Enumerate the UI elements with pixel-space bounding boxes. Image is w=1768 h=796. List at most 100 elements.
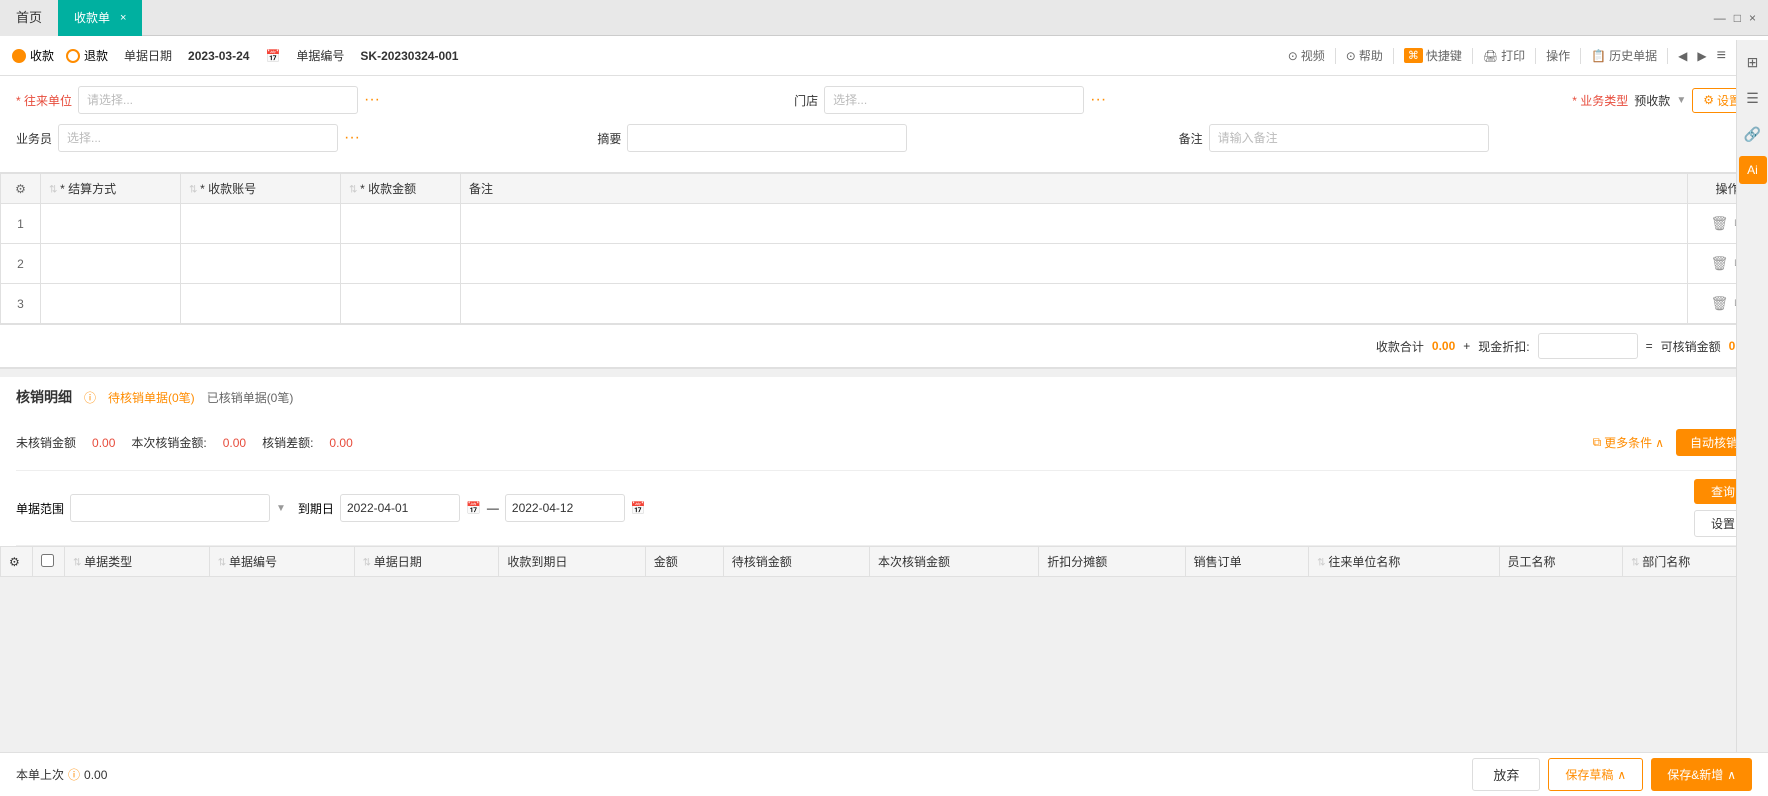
tab-current[interactable]: 收款单 ×	[58, 0, 142, 36]
operation-btn[interactable]: 操作	[1546, 47, 1570, 64]
row-account-2[interactable]	[181, 244, 341, 284]
sidebar-list-icon[interactable]: ☰	[1739, 84, 1767, 112]
tab-current-label: 收款单	[74, 0, 110, 36]
radio-refund[interactable]: 退款	[66, 47, 108, 64]
radio-income-dot	[12, 49, 26, 63]
col-settle-header: ⇅ * 结算方式	[41, 174, 181, 204]
store-input[interactable]	[824, 86, 1084, 114]
remark-input[interactable]	[1209, 124, 1489, 152]
shortcut-icon: ⌘	[1404, 48, 1423, 63]
row-settle-2[interactable]	[41, 244, 181, 284]
print-btn[interactable]: 🖨 打印	[1483, 47, 1525, 64]
pending-tab[interactable]: 待核销单据(0笔)	[108, 389, 195, 406]
party-field: * 往来单位 ···	[16, 86, 786, 114]
table-row: 3 🗑 ⧉	[1, 284, 1768, 324]
done-tab[interactable]: 已核销单据(0笔)	[207, 389, 294, 406]
radio-refund-dot	[66, 49, 80, 63]
row-remark-3[interactable]	[461, 284, 1688, 324]
date-range-field: 到期日 📅 — 📅	[298, 494, 646, 522]
remark-field: 备注	[1179, 124, 1752, 152]
calendar-to-icon[interactable]: 📅	[631, 501, 646, 515]
col-checkbox[interactable]	[33, 547, 65, 577]
party-dots-btn[interactable]: ···	[364, 91, 380, 109]
operation-label: 操作	[1546, 47, 1570, 64]
row-amount-2[interactable]	[341, 244, 461, 284]
uncancelled-label: 未核销金额	[16, 434, 76, 451]
salesman-dots-btn[interactable]: ···	[344, 129, 360, 147]
table-header-row: ⚙ ⇅ * 结算方式 ⇅ * 收款账号 ⇅ * 收款金额 备注 操作	[1, 174, 1768, 204]
row-settle-1[interactable]	[41, 204, 181, 244]
store-dots-btn[interactable]: ···	[1090, 91, 1106, 109]
sort-account[interactable]: ⇅	[189, 184, 200, 195]
row-account-1[interactable]	[181, 204, 341, 244]
shortcut-btn[interactable]: ⌘ 快捷键	[1404, 47, 1462, 64]
biz-type-label: * 业务类型	[1572, 92, 1628, 109]
sidebar-ai-icon[interactable]: Ai	[1739, 156, 1767, 184]
discount-label: 现金折扣:	[1478, 338, 1529, 355]
view-list-icon[interactable]: ≡	[1717, 47, 1726, 65]
tab-bar: 首页 收款单 × — □ ×	[0, 0, 1768, 36]
tab-home[interactable]: 首页	[0, 0, 58, 36]
footer-right: 放弃 保存草稿 ∧ 保存&新增 ∧	[1472, 758, 1752, 791]
discount-input[interactable]	[1538, 333, 1638, 359]
row-amount-3[interactable]	[341, 284, 461, 324]
row-remark-1[interactable]	[461, 204, 1688, 244]
row-remark-2[interactable]	[461, 244, 1688, 284]
history-label: 历史单据	[1609, 47, 1657, 64]
save-draft-chevron: ∧	[1617, 768, 1626, 782]
history-btn[interactable]: 📋 历史单据	[1591, 47, 1657, 64]
sidebar-link-icon[interactable]: 🔗	[1739, 120, 1767, 148]
biz-type-field: * 业务类型 预收款 ▼ ⚙ 设置	[1572, 88, 1752, 113]
row-account-3[interactable]	[181, 284, 341, 324]
bill-range-select[interactable]	[70, 494, 270, 522]
help-btn[interactable]: ⊙ 帮助	[1346, 47, 1383, 64]
date-to-input[interactable]	[505, 494, 625, 522]
row-amount-1[interactable]	[341, 204, 461, 244]
col-gear[interactable]: ⚙	[1, 174, 41, 204]
col-due-date-header: 收款到期日	[499, 547, 645, 577]
sidebar-table-icon[interactable]: ⊞	[1739, 48, 1767, 76]
shortcut-label: 快捷键	[1426, 47, 1462, 64]
discard-btn[interactable]: 放弃	[1472, 758, 1540, 791]
per-bill-value: 0.00	[84, 768, 107, 782]
divider4	[1535, 48, 1536, 64]
col-discount-header: 折扣分摊额	[1039, 547, 1185, 577]
col-pending-header: 待核销金额	[723, 547, 869, 577]
save-new-btn[interactable]: 保存&新增 ∧	[1651, 758, 1752, 791]
calendar-from-icon[interactable]: 📅	[466, 501, 481, 515]
col-type-header: ⇅ 单据类型	[65, 547, 210, 577]
info-icon[interactable]: ⓘ	[84, 389, 96, 406]
biz-type-chevron[interactable]: ▼	[1676, 95, 1686, 106]
window-close-icon[interactable]: ×	[1749, 11, 1756, 25]
more-conditions-btn[interactable]: ⧉ 更多条件 ∧	[1593, 434, 1664, 451]
date-from-input[interactable]	[340, 494, 460, 522]
summary-input[interactable]	[627, 124, 907, 152]
equals-sign: =	[1646, 339, 1653, 353]
nav-prev-icon[interactable]: ◀	[1678, 49, 1687, 63]
writeoff-filter: ⧉ 更多条件 ∧ 自动核销	[1593, 421, 1752, 464]
tab-close-icon[interactable]: ×	[120, 0, 126, 36]
select-all-checkbox[interactable]	[41, 554, 54, 567]
per-bill-info-icon[interactable]: ⓘ	[68, 766, 80, 783]
col-gear-bottom[interactable]: ⚙	[1, 547, 33, 577]
party-input[interactable]	[78, 86, 358, 114]
sort-amount[interactable]: ⇅	[349, 184, 360, 195]
footer-info: 本单上次 ⓘ 0.00	[16, 766, 107, 783]
window-max-icon[interactable]: □	[1734, 11, 1741, 25]
divider6	[1667, 48, 1668, 64]
form-row-1: * 往来单位 ··· 门店 ··· * 业务类型 预收款 ▼ ⚙ 设置	[16, 86, 1752, 114]
row-settle-3[interactable]	[41, 284, 181, 324]
search-form: 单据范围 ▼ 到期日 📅 — 📅 查询 设置	[16, 470, 1752, 546]
delete-icon-1[interactable]: 🗑	[1711, 215, 1729, 232]
per-bill-label: 本单上次	[16, 766, 64, 783]
video-btn[interactable]: ⊙ 视频	[1288, 47, 1325, 64]
delete-icon-3[interactable]: 🗑	[1711, 295, 1729, 312]
sort-settle[interactable]: ⇅	[49, 184, 60, 195]
nav-next-icon[interactable]: ▶	[1697, 49, 1706, 63]
calendar-icon[interactable]: 📅	[265, 49, 280, 63]
window-min-icon[interactable]: —	[1714, 11, 1726, 25]
salesman-input[interactable]	[58, 124, 338, 152]
radio-income[interactable]: 收款	[12, 47, 54, 64]
save-draft-btn[interactable]: 保存草稿 ∧	[1548, 758, 1643, 791]
delete-icon-2[interactable]: 🗑	[1711, 255, 1729, 272]
